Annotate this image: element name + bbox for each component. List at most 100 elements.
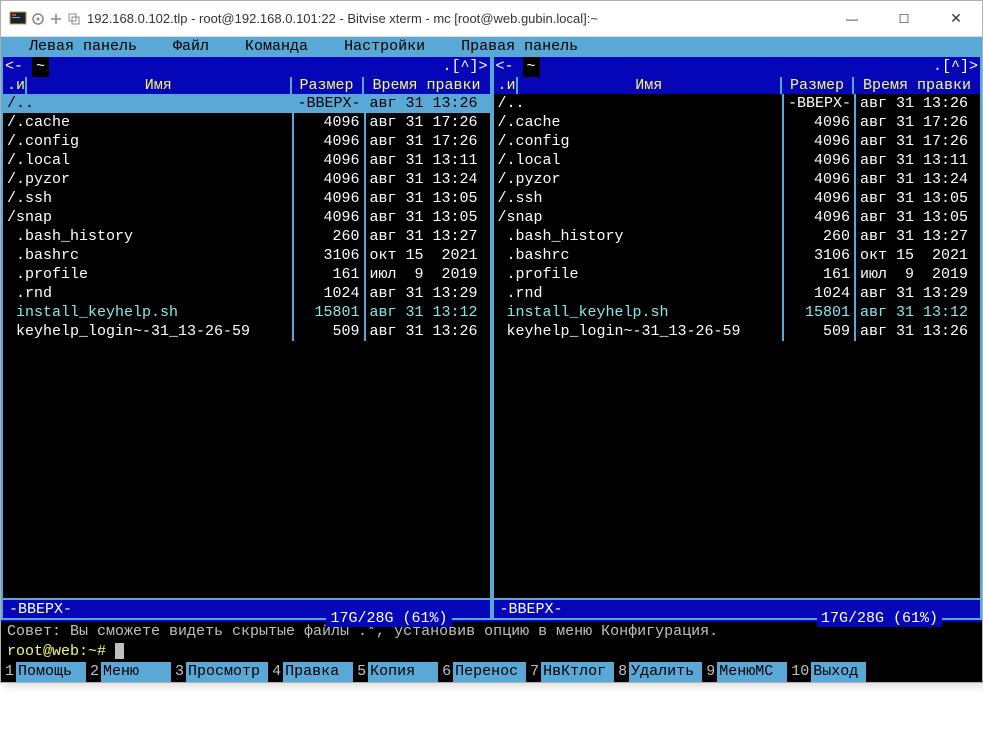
file-row[interactable]: .bash_history260авг 31 13:27 (3, 227, 490, 246)
file-size: 509 (782, 322, 854, 341)
file-row[interactable]: .profile161июл 9 2019 (494, 265, 981, 284)
file-mtime: авг 31 13:29 (364, 284, 490, 303)
col-name[interactable]: Имя (27, 77, 292, 94)
file-row[interactable]: /..-ВВЕРХ-авг 31 13:26 (3, 94, 490, 113)
function-keys: 1Помощь2Меню3Просмотр4Правка5Копия6Перен… (1, 662, 982, 682)
file-mtime: авг 31 13:12 (854, 303, 980, 322)
shell-prompt[interactable]: root@web:~# (1, 642, 982, 662)
file-mtime: авг 31 13:26 (854, 94, 980, 113)
file-mtime: авг 31 13:11 (364, 151, 490, 170)
gear-icon[interactable] (31, 12, 45, 26)
right-panel: <- ~ .[^]> .и Имя Размер Время правки /.… (492, 57, 983, 622)
panel-nav-left[interactable]: <- (496, 57, 514, 77)
file-mtime: авг 31 13:26 (854, 322, 980, 341)
file-row[interactable]: /snap4096авг 31 13:05 (3, 208, 490, 227)
fkey-7[interactable]: 7НвКтлог (526, 662, 614, 682)
file-mtime: авг 31 13:05 (854, 208, 980, 227)
col-mtime[interactable]: Время правки (364, 77, 490, 94)
file-size: -ВВЕРХ- (782, 94, 854, 113)
file-row[interactable]: install_keyhelp.sh15801авг 31 13:12 (494, 303, 981, 322)
file-size: 4096 (782, 132, 854, 151)
panel-nav-right[interactable]: .[^]> (933, 57, 978, 77)
file-row[interactable]: /.config4096авг 31 17:26 (494, 132, 981, 151)
file-mtime: авг 31 13:26 (364, 94, 490, 113)
file-row[interactable]: install_keyhelp.sh15801авг 31 13:12 (3, 303, 490, 322)
fkey-number: 1 (1, 662, 16, 682)
file-mtime: июл 9 2019 (854, 265, 980, 284)
file-row[interactable]: /.local4096авг 31 13:11 (3, 151, 490, 170)
fkey-3[interactable]: 3Просмотр (171, 662, 268, 682)
fkey-10[interactable]: 10Выход (787, 662, 866, 682)
maximize-button[interactable]: ☐ (886, 5, 922, 33)
file-row[interactable]: .bash_history260авг 31 13:27 (494, 227, 981, 246)
file-row[interactable]: .rnd1024авг 31 13:29 (494, 284, 981, 303)
minimize-button[interactable]: — (834, 5, 870, 33)
file-row[interactable]: /.ssh4096авг 31 13:05 (494, 189, 981, 208)
fkey-1[interactable]: 1Помощь (1, 662, 86, 682)
file-row[interactable]: keyhelp_login~-31_13-26-59509авг 31 13:2… (494, 322, 981, 341)
file-row[interactable]: .profile161июл 9 2019 (3, 265, 490, 284)
file-name: .rnd (3, 284, 292, 303)
right-disk-usage: 17G/28G (61%) (817, 610, 942, 627)
file-row[interactable]: /.pyzor4096авг 31 13:24 (3, 170, 490, 189)
menu-file[interactable]: Файл (155, 37, 227, 57)
col-dot[interactable]: .и (494, 77, 518, 94)
right-panel-path[interactable]: ~ (523, 57, 540, 77)
file-size: -ВВЕРХ- (292, 94, 364, 113)
file-size: 260 (782, 227, 854, 246)
titlebar[interactable]: 192.168.0.102.tlp - root@192.168.0.101:2… (1, 1, 982, 37)
col-dot[interactable]: .и (3, 77, 27, 94)
file-row[interactable]: /..-ВВЕРХ-авг 31 13:26 (494, 94, 981, 113)
close-button[interactable]: ✕ (938, 5, 974, 33)
file-name: /.local (494, 151, 783, 170)
fkey-number: 5 (353, 662, 368, 682)
file-row[interactable]: .bashrc3106окт 15 2021 (3, 246, 490, 265)
file-row[interactable]: .bashrc3106окт 15 2021 (494, 246, 981, 265)
file-size: 4096 (292, 208, 364, 227)
file-size: 161 (782, 265, 854, 284)
file-row[interactable]: /.pyzor4096авг 31 13:24 (494, 170, 981, 189)
clone-icon[interactable] (67, 12, 81, 26)
file-row[interactable]: /.ssh4096авг 31 13:05 (3, 189, 490, 208)
file-row[interactable]: /.cache4096авг 31 17:26 (494, 113, 981, 132)
col-size[interactable]: Размер (292, 77, 364, 94)
panel-nav-right[interactable]: .[^]> (442, 57, 487, 77)
menu-right-panel[interactable]: Правая панель (443, 37, 596, 57)
panel-nav-left[interactable]: <- (5, 57, 23, 77)
file-name: .bash_history (3, 227, 292, 246)
file-row[interactable]: /.config4096авг 31 17:26 (3, 132, 490, 151)
file-size: 4096 (292, 170, 364, 189)
file-size: 260 (292, 227, 364, 246)
menu-left-panel[interactable]: Левая панель (11, 37, 155, 57)
fkey-number: 2 (86, 662, 101, 682)
left-disk-usage: 17G/28G (61%) (326, 610, 451, 627)
fkey-9[interactable]: 9МенюМС (702, 662, 787, 682)
fkey-6[interactable]: 6Перенос (438, 662, 526, 682)
file-size: 4096 (782, 151, 854, 170)
file-mtime: авг 31 13:05 (364, 208, 490, 227)
file-row[interactable]: keyhelp_login~-31_13-26-59509авг 31 13:2… (3, 322, 490, 341)
fkey-2[interactable]: 2Меню (86, 662, 171, 682)
file-size: 4096 (782, 113, 854, 132)
left-panel-path[interactable]: ~ (32, 57, 49, 77)
plus-icon[interactable] (49, 12, 63, 26)
file-name: /snap (3, 208, 292, 227)
file-mtime: авг 31 13:27 (854, 227, 980, 246)
file-row[interactable]: /.cache4096авг 31 17:26 (3, 113, 490, 132)
menu-command[interactable]: Команда (227, 37, 326, 57)
fkey-5[interactable]: 5Копия (353, 662, 438, 682)
file-mtime: авг 31 13:29 (854, 284, 980, 303)
menu-options[interactable]: Настройки (326, 37, 443, 57)
col-size[interactable]: Размер (782, 77, 854, 94)
col-name[interactable]: Имя (518, 77, 783, 94)
file-name: .profile (3, 265, 292, 284)
file-name: /.pyzor (494, 170, 783, 189)
fkey-label: Перенос (453, 662, 526, 682)
file-row[interactable]: /snap4096авг 31 13:05 (494, 208, 981, 227)
file-row[interactable]: /.local4096авг 31 13:11 (494, 151, 981, 170)
col-mtime[interactable]: Время правки (854, 77, 980, 94)
fkey-4[interactable]: 4Правка (268, 662, 353, 682)
fkey-8[interactable]: 8Удалить (614, 662, 702, 682)
window-title: 192.168.0.102.tlp - root@192.168.0.101:2… (81, 11, 834, 26)
file-row[interactable]: .rnd1024авг 31 13:29 (3, 284, 490, 303)
